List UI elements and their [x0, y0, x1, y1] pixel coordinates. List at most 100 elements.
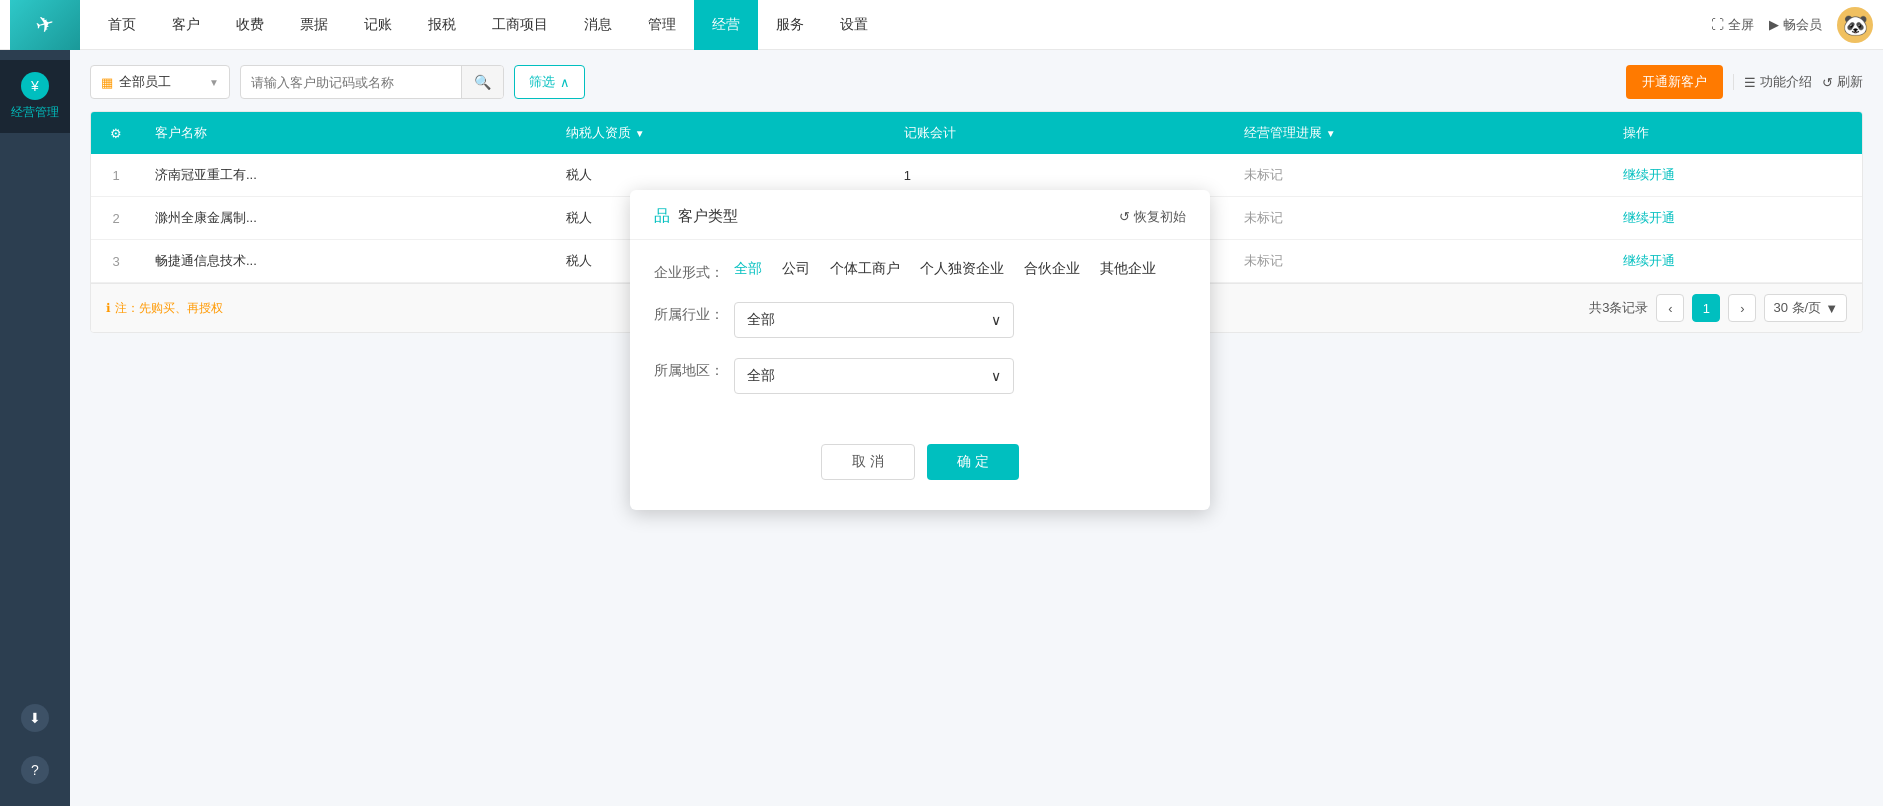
th-name: 客户名称 [141, 112, 552, 154]
fullscreen-button[interactable]: ⛶ 全屏 [1711, 16, 1754, 34]
row-name: 滁州全康金属制... [141, 197, 552, 240]
progress-filter-icon[interactable]: ▼ [1326, 128, 1336, 139]
prev-page-button[interactable]: ‹ [1656, 294, 1684, 322]
operation-icon: ¥ [21, 72, 49, 100]
row-action[interactable]: 继续开通 [1609, 197, 1862, 240]
page-size-arrow-icon: ▼ [1825, 301, 1838, 316]
option-other[interactable]: 其他企业 [1100, 260, 1156, 278]
th-action: 操作 [1609, 112, 1862, 154]
func-icon: ☰ [1744, 75, 1756, 90]
sidebar-download[interactable]: ⬇ [16, 692, 54, 744]
enterprise-option-group: 全部 公司 个体工商户 个人独资企业 合伙企业 其他企业 [734, 260, 1186, 278]
nav-bill[interactable]: 票据 [282, 0, 346, 50]
dialog-title-text: 客户类型 [678, 207, 738, 226]
filter-button[interactable]: 筛选 ∧ [514, 65, 585, 99]
refresh-label: 刷新 [1837, 73, 1863, 91]
row-progress: 未标记 [1230, 197, 1609, 240]
dialog-title: 品 客户类型 [654, 206, 738, 227]
refresh-button[interactable]: ↺ 刷新 [1822, 73, 1863, 91]
help-icon: ? [21, 756, 49, 784]
confirm-button[interactable]: 确 定 [927, 444, 1019, 480]
region-select[interactable]: 全部 ∨ [734, 358, 1014, 394]
nav-settings[interactable]: 设置 [822, 0, 886, 50]
main-content: ▦ 全部员工 ▼ 🔍 筛选 ∧ 开通新客户 ☰ 功能介绍 ↺ [70, 50, 1883, 806]
row-name: 畅捷通信息技术... [141, 240, 552, 283]
row-action[interactable]: 继续开通 [1609, 240, 1862, 283]
enterprise-form-label: 企业形式： [654, 260, 734, 282]
option-partnership[interactable]: 合伙企业 [1024, 260, 1080, 278]
nav-operation[interactable]: 经营 [694, 0, 758, 50]
fullscreen-icon: ⛶ [1711, 17, 1724, 32]
reset-button[interactable]: ↺ 恢复初始 [1119, 208, 1186, 226]
table-header-row: ⚙ 客户名称 纳税人资质 ▼ 记账会计 [91, 112, 1862, 154]
industry-form-row: 所属行业： 全部 ∨ [654, 302, 1186, 338]
nav-business[interactable]: 工商项目 [474, 0, 566, 50]
func-intro-button[interactable]: ☰ 功能介绍 [1744, 73, 1812, 91]
func-label: 功能介绍 [1760, 73, 1812, 91]
dialog-body: 企业形式： 全部 公司 个体工商户 个人独资企业 合伙企业 其他企业 所属行业： [630, 240, 1210, 434]
employee-icon: ▦ [101, 75, 113, 90]
nav-service[interactable]: 服务 [758, 0, 822, 50]
nav-items: 首页 客户 收费 票据 记账 报税 工商项目 消息 管理 经营 服务 设置 [90, 0, 1711, 50]
industry-form-label: 所属行业： [654, 302, 734, 324]
option-individual[interactable]: 个人独资企业 [920, 260, 1004, 278]
nav-home[interactable]: 首页 [90, 0, 154, 50]
option-company[interactable]: 公司 [782, 260, 810, 278]
th-settings[interactable]: ⚙ [91, 112, 141, 154]
employee-arrow-icon: ▼ [209, 77, 219, 88]
industry-select-wrapper: 全部 ∨ [734, 302, 1186, 338]
industry-arrow-icon: ∨ [991, 312, 1001, 328]
page-1-button[interactable]: 1 [1692, 294, 1720, 322]
next-page-button[interactable]: › [1728, 294, 1756, 322]
sidebar-bottom: ⬇ ? [16, 692, 54, 796]
enterprise-form-row: 企业形式： 全部 公司 个体工商户 个人独资企业 合伙企业 其他企业 [654, 260, 1186, 282]
settings-icon: ⚙ [110, 126, 122, 141]
sidebar-item-operation[interactable]: ¥ 经营管理 [0, 60, 70, 133]
option-all[interactable]: 全部 [734, 260, 762, 278]
row-action[interactable]: 继续开通 [1609, 154, 1862, 197]
sidebar-help[interactable]: ? [16, 744, 54, 796]
nav-tax[interactable]: 报税 [410, 0, 474, 50]
reset-icon: ↺ [1119, 209, 1130, 224]
dialog-title-icon: 品 [654, 206, 670, 227]
nav-message[interactable]: 消息 [566, 0, 630, 50]
filter-dialog: 品 客户类型 ↺ 恢复初始 企业形式： 全部 公司 个体工商户 [630, 190, 1210, 510]
search-button[interactable]: 🔍 [461, 66, 503, 98]
page-size-select[interactable]: 30 条/页 ▼ [1764, 294, 1847, 322]
refresh-icon: ↺ [1822, 75, 1833, 90]
pagination: 共3条记录 ‹ 1 › 30 条/页 ▼ [1589, 294, 1847, 322]
toolbar: ▦ 全部员工 ▼ 🔍 筛选 ∧ 开通新客户 ☰ 功能介绍 ↺ [90, 65, 1863, 99]
avatar[interactable]: 🐼 [1837, 7, 1873, 43]
employee-select[interactable]: ▦ 全部员工 ▼ [90, 65, 230, 99]
dialog-footer: 取 消 确 定 [630, 434, 1210, 480]
row-progress: 未标记 [1230, 154, 1609, 197]
employee-label: 全部员工 [119, 73, 171, 91]
reset-label: 恢复初始 [1134, 208, 1186, 226]
search-box: 🔍 [240, 65, 504, 99]
nav-fee[interactable]: 收费 [218, 0, 282, 50]
nav-manage[interactable]: 管理 [630, 0, 694, 50]
enterprise-options: 全部 公司 个体工商户 个人独资企业 合伙企业 其他企业 [734, 260, 1186, 278]
nav-customer[interactable]: 客户 [154, 0, 218, 50]
nav-account[interactable]: 记账 [346, 0, 410, 50]
open-customer-button[interactable]: 开通新客户 [1626, 65, 1723, 99]
logo-icon: ✈ [33, 10, 57, 40]
region-value: 全部 [747, 367, 775, 385]
filter-arrow-icon: ∧ [560, 75, 570, 90]
taxpayer-filter-icon[interactable]: ▼ [635, 128, 645, 139]
row-index: 1 [91, 154, 141, 197]
industry-select[interactable]: 全部 ∨ [734, 302, 1014, 338]
row-index: 3 [91, 240, 141, 283]
play-icon: ▶ [1769, 17, 1779, 32]
top-navigation: ✈ 首页 客户 收费 票据 记账 报税 工商项目 消息 管理 经营 服务 设置 … [0, 0, 1883, 50]
cancel-button[interactable]: 取 消 [821, 444, 915, 480]
th-taxpayer: 纳税人资质 ▼ [552, 112, 890, 154]
member-button[interactable]: ▶ 畅会员 [1769, 16, 1822, 34]
nav-right: ⛶ 全屏 ▶ 畅会员 🐼 [1711, 7, 1873, 43]
footer-note: 注：先购买、再授权 [115, 300, 223, 317]
fullscreen-label: 全屏 [1728, 16, 1754, 34]
search-input[interactable] [241, 75, 461, 90]
region-form-row: 所属地区： 全部 ∨ [654, 358, 1186, 394]
divider [1733, 74, 1734, 90]
option-sole[interactable]: 个体工商户 [830, 260, 900, 278]
